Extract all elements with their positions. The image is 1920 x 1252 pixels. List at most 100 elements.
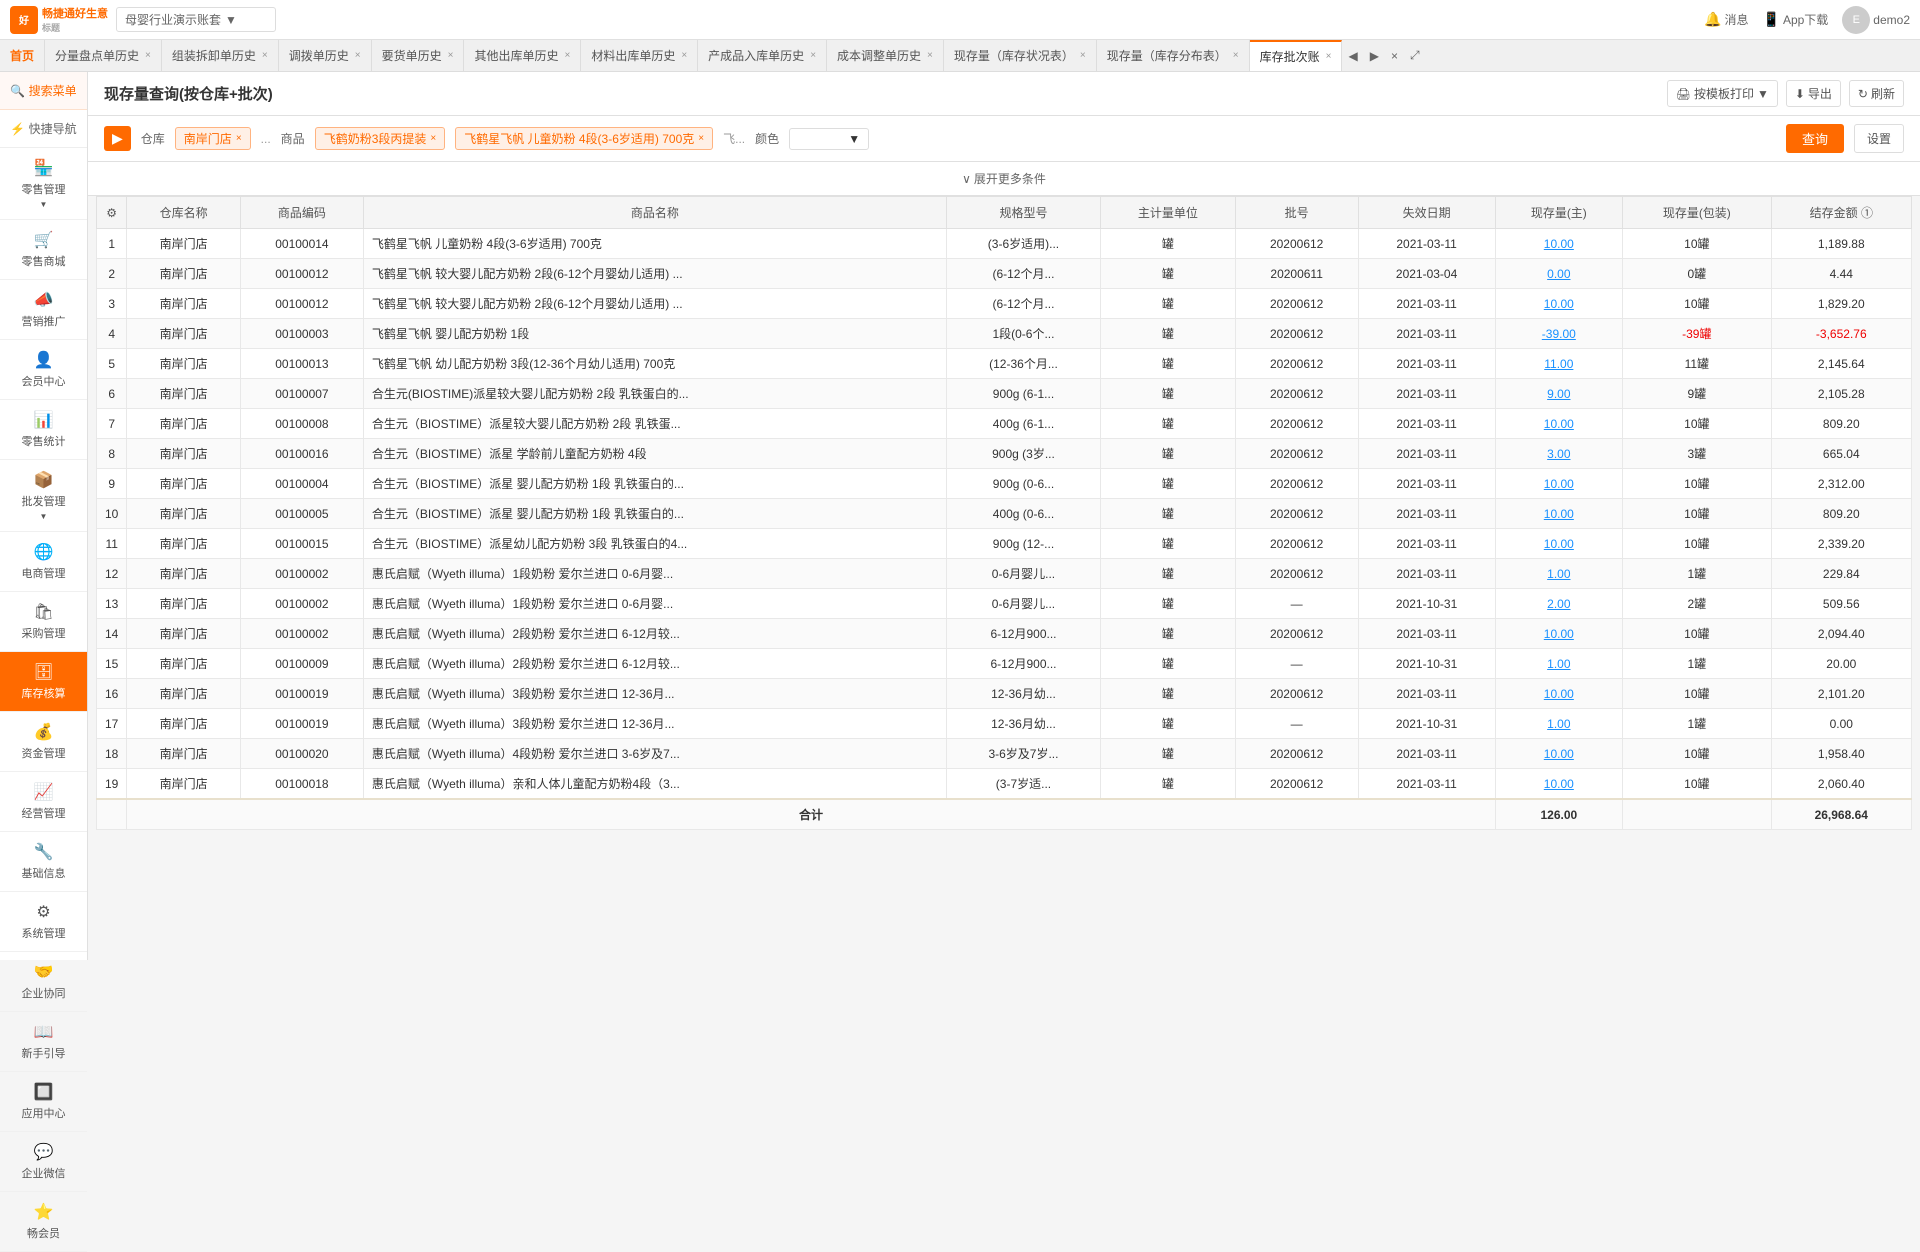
app-download-btn[interactable]: 📱 App下载 <box>1763 11 1829 28</box>
sidebar-item-cooperation[interactable]: 🤝 企业协同 <box>0 952 87 1012</box>
cell-name: 飞鹤星飞帆 较大婴儿配方奶粉 2段(6-12个月婴幼儿适用) ... <box>363 289 946 319</box>
close-icon[interactable]: × <box>1233 50 1239 61</box>
sidebar-item-label: 企业微信 <box>22 1165 66 1181</box>
close-icon[interactable]: × <box>1326 51 1332 62</box>
warehouse-filter-dots[interactable]: ... <box>261 132 271 146</box>
cell-qty-main[interactable]: 3.00 <box>1495 439 1623 469</box>
refresh-btn[interactable]: ↻ 刷新 <box>1849 80 1904 107</box>
shortcut-nav-btn[interactable]: ⚡ 快捷导航 <box>0 114 87 143</box>
close-icon[interactable]: × <box>564 50 570 61</box>
filter-bar: ▶ 仓库 南岸门店 × ... 商品 飞鹤奶粉3段丙提装 × 飞鹤星飞帆 儿童奶… <box>88 116 1920 162</box>
th-settings[interactable]: ⚙ <box>97 197 127 229</box>
tab-assemble-history[interactable]: 组装拆卸单历史 × <box>162 40 279 72</box>
sidebar-item-operations[interactable]: 📈 经营管理 <box>0 772 87 832</box>
tab-nav-left[interactable]: ◀ <box>1342 40 1363 72</box>
cell-qty-main[interactable]: 10.00 <box>1495 619 1623 649</box>
tab-stock-status[interactable]: 现存量（库存状况表） × <box>944 40 1097 72</box>
close-icon[interactable]: × <box>355 50 361 61</box>
cell-qty-main[interactable]: 11.00 <box>1495 349 1623 379</box>
cell-qty-main[interactable]: 1.00 <box>1495 649 1623 679</box>
product-tag-2-close[interactable]: × <box>698 133 704 144</box>
sidebar-item-app-center[interactable]: 🔲 应用中心 <box>0 1072 87 1132</box>
close-icon[interactable]: × <box>1080 50 1086 61</box>
tab-product-inbound[interactable]: 产成品入库单历史 × <box>698 40 827 72</box>
sidebar-item-system[interactable]: ⚙ 系统管理 <box>0 892 87 952</box>
sidebar-item-vip[interactable]: ⭐ 畅会员 <box>0 1192 87 1252</box>
product-tag-2[interactable]: 飞鹤星飞帆 儿童奶粉 4段(3-6岁适用) 700克 × <box>455 127 713 150</box>
message-btn[interactable]: 🔔 消息 <box>1704 11 1748 28</box>
export-btn[interactable]: ⬇ 导出 <box>1786 80 1841 107</box>
product-tag-1-close[interactable]: × <box>430 133 436 144</box>
sidebar-item-member[interactable]: 👤 会员中心 <box>0 340 87 400</box>
cell-unit: 罐 <box>1101 589 1236 619</box>
product-tag-1[interactable]: 飞鹤奶粉3段丙提装 × <box>315 127 446 150</box>
sidebar-item-purchase[interactable]: 🛍 采购管理 <box>0 592 87 652</box>
sidebar-item-retail-shop[interactable]: 🛒 零售商城 <box>0 220 87 280</box>
cell-qty-pack: 3罐 <box>1623 439 1771 469</box>
tab-fullscreen[interactable]: ⤢ <box>1404 40 1426 72</box>
tab-split-history[interactable]: 分量盘点单历史 × <box>45 40 162 72</box>
cell-expire: 2021-03-11 <box>1358 379 1495 409</box>
close-icon[interactable]: × <box>810 50 816 61</box>
user-avatar[interactable]: E demo2 <box>1842 6 1910 34</box>
tab-request-history[interactable]: 要货单历史 × <box>372 40 465 72</box>
tab-close-all[interactable]: × <box>1385 40 1404 72</box>
cell-no: 8 <box>97 439 127 469</box>
product-tag-1-text: 飞鹤奶粉3段丙提装 <box>324 130 427 147</box>
print-btn[interactable]: 🖨 按模板打印 ▼ <box>1667 80 1778 107</box>
cell-qty-main[interactable]: 1.00 <box>1495 709 1623 739</box>
tab-material-history[interactable]: 材料出库单历史 × <box>581 40 698 72</box>
warehouse-tag-close[interactable]: × <box>236 133 242 144</box>
cell-qty-main[interactable]: 10.00 <box>1495 499 1623 529</box>
sidebar-item-ecommerce[interactable]: 🌐 电商管理 <box>0 532 87 592</box>
cell-qty-main[interactable]: 10.00 <box>1495 289 1623 319</box>
cell-warehouse: 南岸门店 <box>127 649 241 679</box>
sidebar-item-marketing[interactable]: 📣 营销推广 <box>0 280 87 340</box>
sidebar-item-wholesale-mgmt[interactable]: 📦 批发管理 ▼ <box>0 460 87 532</box>
cell-qty-main[interactable]: 10.00 <box>1495 229 1623 259</box>
tab-transfer-history[interactable]: 调拨单历史 × <box>279 40 372 72</box>
tab-stock-distribution[interactable]: 现存量（库存分布表） × <box>1097 40 1250 72</box>
warehouse-tag[interactable]: 南岸门店 × <box>175 127 251 150</box>
sidebar-item-finance[interactable]: 💰 资金管理 <box>0 712 87 772</box>
search-menu-btn[interactable]: 🔍 搜索菜单 <box>6 80 81 101</box>
cell-qty-main[interactable]: 10.00 <box>1495 529 1623 559</box>
cell-qty-main[interactable]: 2.00 <box>1495 589 1623 619</box>
color-filter-dropdown[interactable]: ▼ <box>789 128 869 150</box>
industry-selector[interactable]: 母婴行业演示账套 ▼ <box>116 7 276 32</box>
cell-qty-main[interactable]: 9.00 <box>1495 379 1623 409</box>
tab-outbound-history[interactable]: 其他出库单历史 × <box>464 40 581 72</box>
sidebar-item-retail-mgmt[interactable]: 🏪 零售管理 ▼ <box>0 148 87 220</box>
cell-batch: 20200612 <box>1235 619 1358 649</box>
sidebar-item-basics[interactable]: 🔧 基础信息 <box>0 832 87 892</box>
tab-home[interactable]: 首页 <box>0 40 45 72</box>
close-icon[interactable]: × <box>927 50 933 61</box>
cell-qty-main[interactable]: -39.00 <box>1495 319 1623 349</box>
close-icon[interactable]: × <box>145 50 151 61</box>
cell-qty-main[interactable]: 0.00 <box>1495 259 1623 289</box>
cell-amount: 509.56 <box>1771 589 1911 619</box>
query-btn[interactable]: 查询 <box>1786 124 1844 153</box>
close-icon[interactable]: × <box>448 50 454 61</box>
settings-btn[interactable]: 设置 <box>1854 124 1904 153</box>
sidebar-item-retail-stats[interactable]: 📊 零售统计 <box>0 400 87 460</box>
product-filter-dots[interactable]: 飞... <box>723 130 745 147</box>
cell-qty-main[interactable]: 1.00 <box>1495 559 1623 589</box>
th-warehouse: 仓库名称 <box>127 197 241 229</box>
cell-no: 3 <box>97 289 127 319</box>
expand-more-btn[interactable]: ∨ 展开更多条件 <box>104 170 1904 187</box>
filter-expand-btn[interactable]: ▶ <box>104 126 131 151</box>
tab-stock-batch[interactable]: 库存批次账 × <box>1250 40 1343 72</box>
cell-qty-main[interactable]: 10.00 <box>1495 769 1623 800</box>
tab-cost-adjust[interactable]: 成本调整单历史 × <box>827 40 944 72</box>
sidebar-item-inventory[interactable]: 🗄 库存核算 <box>0 652 87 712</box>
cell-qty-main[interactable]: 10.00 <box>1495 679 1623 709</box>
close-icon[interactable]: × <box>262 50 268 61</box>
sidebar-item-wechat-work[interactable]: 💬 企业微信 <box>0 1132 87 1192</box>
sidebar-item-guide[interactable]: 📖 新手引导 <box>0 1012 87 1072</box>
cell-qty-main[interactable]: 10.00 <box>1495 739 1623 769</box>
close-icon[interactable]: × <box>681 50 687 61</box>
cell-qty-main[interactable]: 10.00 <box>1495 469 1623 499</box>
cell-qty-main[interactable]: 10.00 <box>1495 409 1623 439</box>
tab-nav-right[interactable]: ▶ <box>1364 40 1385 72</box>
